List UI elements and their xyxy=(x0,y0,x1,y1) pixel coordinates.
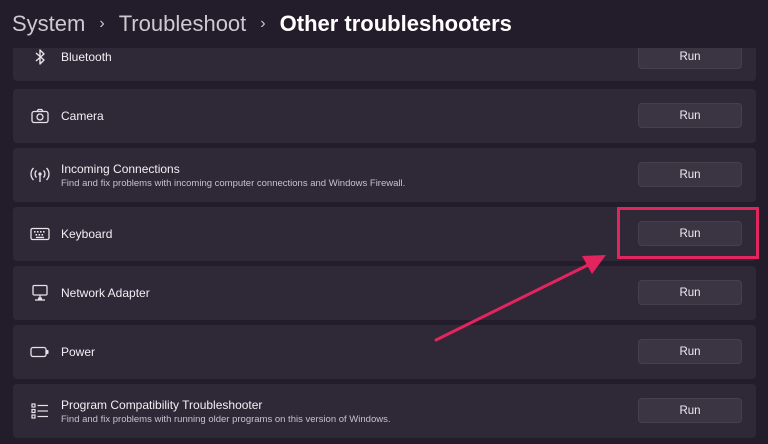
bluetooth-icon xyxy=(30,47,50,67)
troubleshooter-description: Find and fix problems with incoming comp… xyxy=(61,178,406,189)
troubleshooter-title: Network Adapter xyxy=(61,286,150,300)
broadcast-icon xyxy=(30,165,50,185)
troubleshooter-title: Incoming Connections xyxy=(61,162,180,176)
highlight-box xyxy=(617,207,759,259)
troubleshooter-row-camera: Camera Run xyxy=(13,89,756,143)
run-button-power[interactable]: Run xyxy=(638,339,742,364)
troubleshooter-title: Program Compatibility Troubleshooter xyxy=(61,398,263,412)
page-title: Other troubleshooters xyxy=(279,11,512,36)
keyboard-icon xyxy=(30,224,50,244)
camera-icon xyxy=(30,106,50,126)
run-button-incoming-connections[interactable]: Run xyxy=(638,162,742,187)
chevron-right-icon: › xyxy=(260,15,266,32)
troubleshooter-row-power: Power Run xyxy=(13,325,756,379)
troubleshooter-row-incoming-connections: Incoming Connections Find and fix proble… xyxy=(13,148,756,202)
breadcrumb-system[interactable]: System xyxy=(12,11,85,37)
battery-icon xyxy=(30,342,50,362)
run-button-network-adapter[interactable]: Run xyxy=(638,280,742,305)
troubleshooter-title: Power xyxy=(61,345,96,359)
breadcrumb-troubleshoot[interactable]: Troubleshoot xyxy=(119,11,247,37)
list-icon xyxy=(30,401,50,421)
run-button-program-compatibility[interactable]: Run xyxy=(638,398,742,423)
run-button-camera[interactable]: Run xyxy=(638,103,742,128)
network-adapter-icon xyxy=(30,283,50,303)
chevron-right-icon: › xyxy=(99,15,105,32)
breadcrumb: System › Troubleshoot › Other troublesho… xyxy=(0,0,768,48)
troubleshooter-title: Keyboard xyxy=(61,227,113,241)
troubleshooter-row-program-compatibility: Program Compatibility Troubleshooter Fin… xyxy=(13,384,756,438)
troubleshooter-row-network-adapter: Network Adapter Run xyxy=(13,266,756,320)
troubleshooter-title: Camera xyxy=(61,109,104,123)
troubleshooter-title: Bluetooth xyxy=(61,50,112,64)
troubleshooter-description: Find and fix problems with running older… xyxy=(61,414,391,425)
